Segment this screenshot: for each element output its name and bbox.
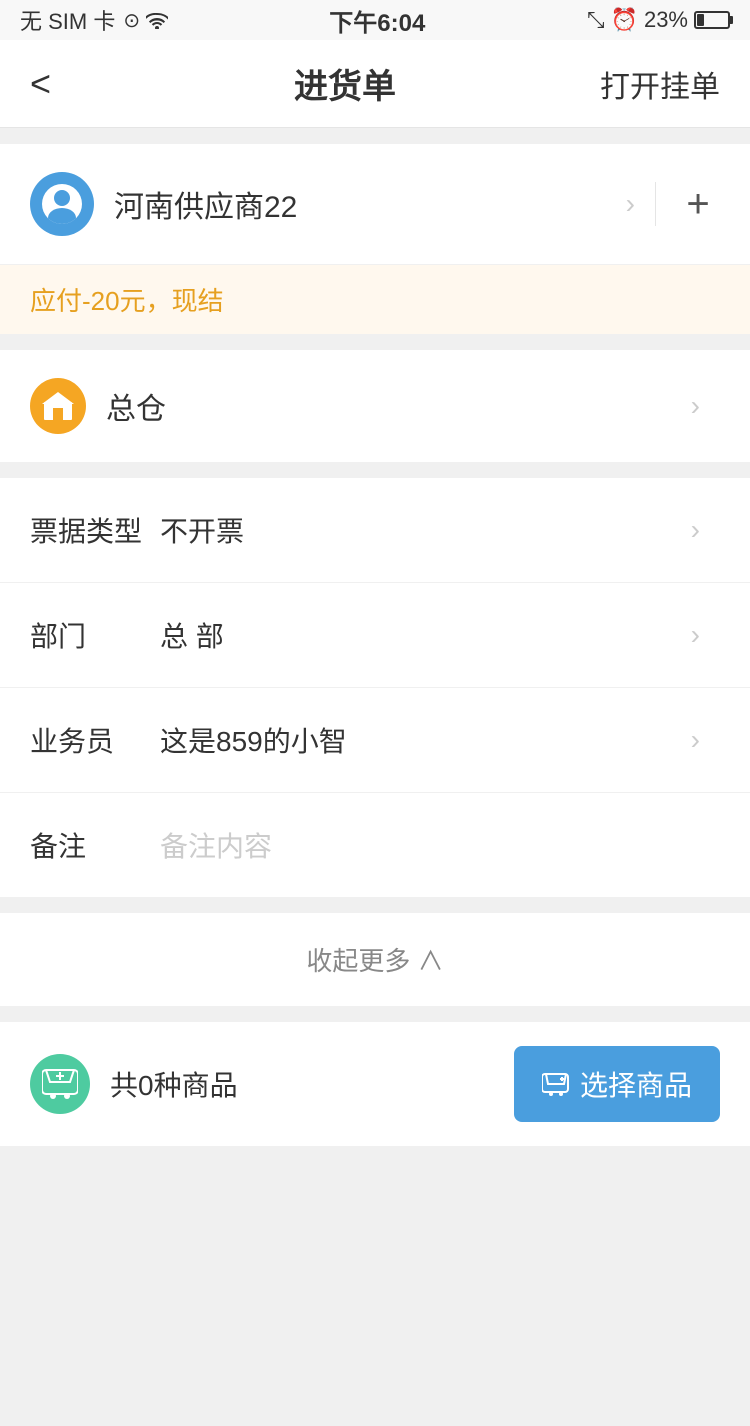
warehouse-name: 总仓 [106, 384, 691, 428]
department-value: 总 部 [160, 615, 691, 655]
status-left: 无 SIM 卡 ⊙ [20, 4, 168, 36]
location-icon: ⤡ [587, 7, 605, 33]
supplier-avatar [30, 172, 94, 236]
collapse-row[interactable]: 收起更多 ∧ [0, 913, 750, 1006]
wifi-icon: ⊙ [123, 8, 167, 33]
open-pending-button[interactable]: 打开挂单 [600, 62, 720, 106]
select-product-label: 选择商品 [580, 1064, 692, 1104]
status-bar: 无 SIM 卡 ⊙ 下午6:04 ⤡ ⏰ 23% [0, 0, 750, 40]
collapse-label: 收起更多 ∧ [306, 941, 443, 978]
battery-percent: 23% [644, 7, 688, 33]
salesperson-chevron-icon: › [691, 724, 700, 756]
time-display: 下午6:04 [329, 3, 425, 38]
remark-label: 备注 [30, 825, 160, 865]
carrier-text: 无 SIM 卡 [20, 4, 115, 36]
department-label: 部门 [30, 615, 160, 655]
vertical-divider [655, 182, 656, 226]
battery-fill [697, 14, 704, 26]
department-chevron-icon: › [691, 619, 700, 651]
salesperson-label: 业务员 [30, 720, 160, 760]
content-area: 河南供应商22 › + 应付-20元，现结 总仓 › 票据类型 不开票 › [0, 144, 750, 1426]
warehouse-icon [30, 378, 86, 434]
remark-value[interactable]: 备注内容 [160, 825, 720, 865]
salesperson-row[interactable]: 业务员 这是859的小智 › [0, 688, 750, 793]
warehouse-row[interactable]: 总仓 › [0, 350, 750, 462]
warning-banner: 应付-20元，现结 [0, 265, 750, 334]
invoice-type-label: 票据类型 [30, 510, 160, 550]
product-bar: 共0种商品 选择商品 [0, 1022, 750, 1146]
add-supplier-button[interactable]: + [676, 182, 720, 227]
page-fill [0, 1146, 750, 1426]
supplier-chevron-icon: › [626, 188, 635, 220]
form-section: 票据类型 不开票 › 部门 总 部 › 业务员 这是859的小智 › 备注 备注… [0, 478, 750, 897]
status-right: ⤡ ⏰ 23% [587, 7, 730, 33]
avatar-inner [42, 184, 82, 224]
warehouse-chevron-icon: › [691, 390, 700, 422]
department-row[interactable]: 部门 总 部 › [0, 583, 750, 688]
alarm-icon: ⏰ [611, 7, 638, 33]
product-cart-icon [30, 1054, 90, 1114]
salesperson-value: 这是859的小智 [160, 720, 691, 760]
supplier-card: 河南供应商22 › + 应付-20元，现结 [0, 144, 750, 334]
supplier-row[interactable]: 河南供应商22 › + [0, 144, 750, 265]
battery-bar [694, 11, 730, 29]
back-button[interactable]: < [30, 63, 90, 105]
invoice-type-value: 不开票 [160, 510, 691, 550]
product-count-text: 共0种商品 [110, 1064, 514, 1104]
page-title: 进货单 [294, 59, 396, 108]
invoice-type-row[interactable]: 票据类型 不开票 › [0, 478, 750, 583]
supplier-name: 河南供应商22 [114, 182, 626, 226]
remark-row[interactable]: 备注 备注内容 [0, 793, 750, 897]
invoice-type-chevron-icon: › [691, 514, 700, 546]
nav-bar: < 进货单 打开挂单 [0, 40, 750, 128]
warehouse-card[interactable]: 总仓 › [0, 350, 750, 462]
select-product-button[interactable]: 选择商品 [514, 1046, 720, 1122]
